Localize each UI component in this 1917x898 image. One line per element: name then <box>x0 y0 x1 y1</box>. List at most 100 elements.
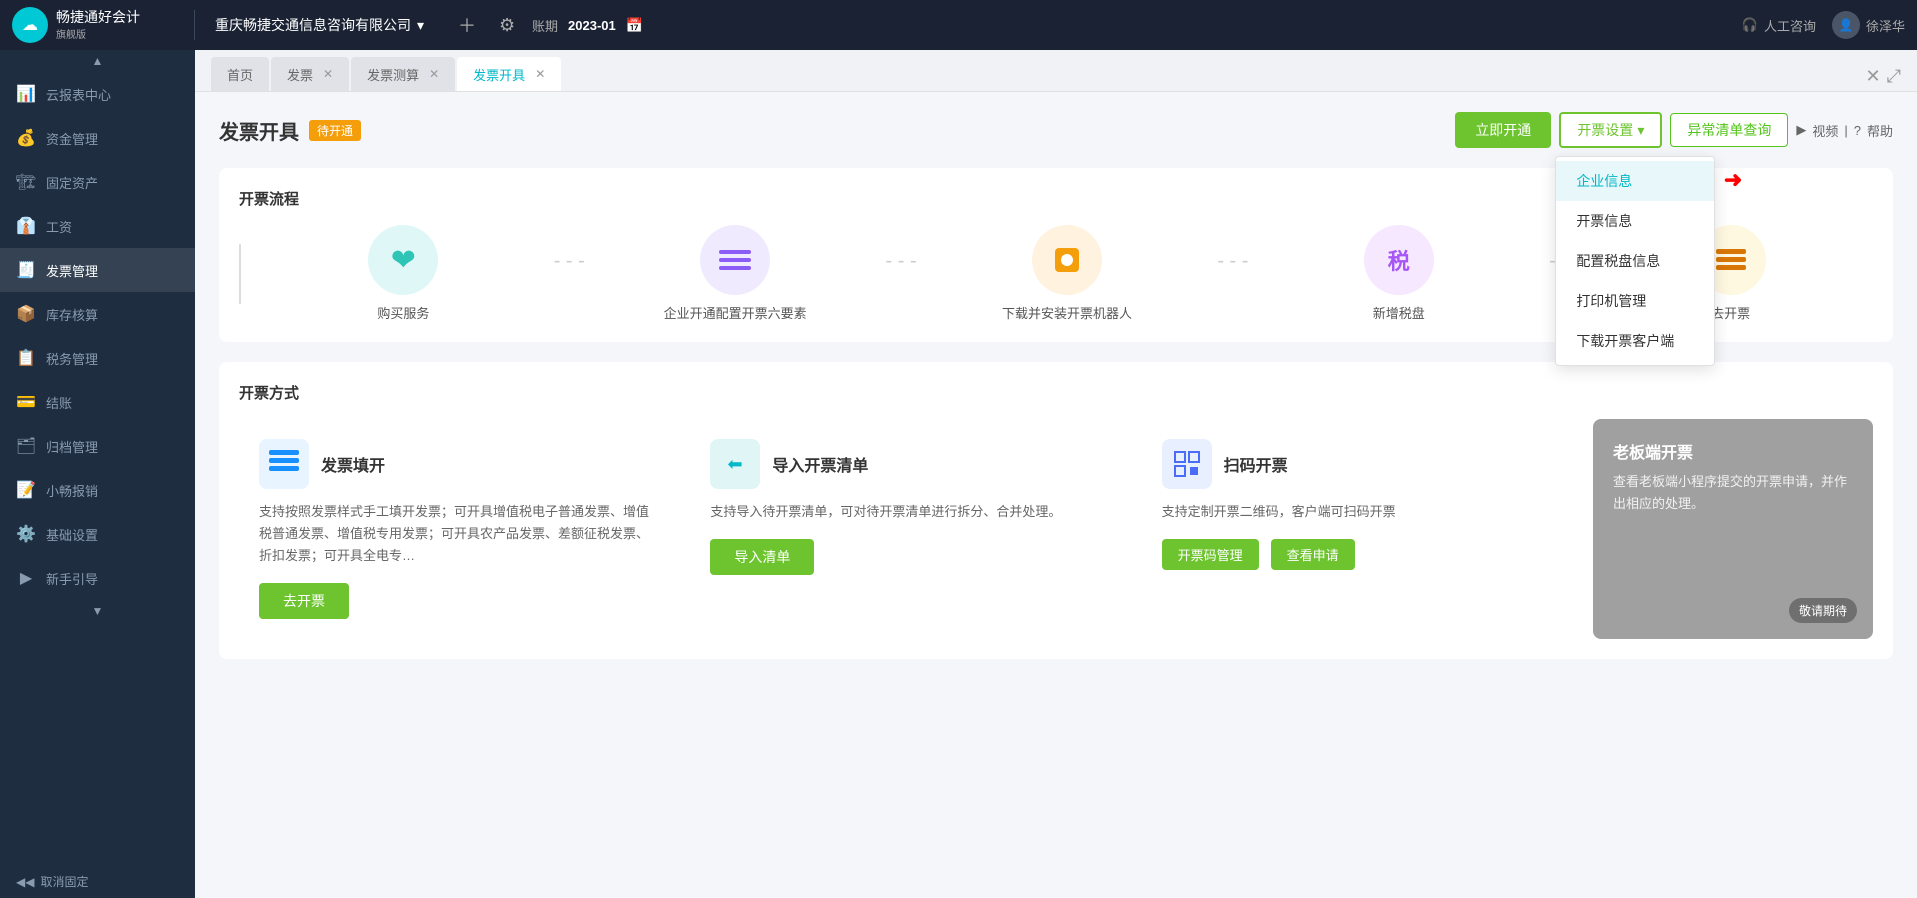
unpin-label: 取消固定 <box>40 873 88 890</box>
settings-button-label: 开票设置 <box>1577 120 1633 140</box>
sidebar-item-funds[interactable]: 💰 资金管理 <box>0 116 195 160</box>
view-apply-button[interactable]: 查看申请 <box>1271 539 1355 570</box>
flow-arrow-2: - - - <box>886 250 917 298</box>
method-icon-scan <box>1162 439 1212 489</box>
method-header-import: ⬅ 导入开票清单 <box>710 439 1105 489</box>
dropdown-item-download-client[interactable]: 下载开票客户端 <box>1556 321 1714 361</box>
fill-invoice-button[interactable]: 去开票 <box>259 583 349 619</box>
headphone-icon: 🎧 <box>1742 17 1758 33</box>
dropdown-item-printer-mgmt[interactable]: 打印机管理 <box>1556 281 1714 321</box>
chevron-down-icon: ▾ <box>417 17 424 34</box>
invoice-mgmt-icon: 🧾 <box>16 260 36 280</box>
dropdown-item-invoice-info[interactable]: 开票信息 <box>1556 201 1714 241</box>
method-cards: 发票填开 支持按照发票样式手工填开发票；可开具增值税电子普通发票、增值税普通发票… <box>239 419 1873 639</box>
page-header: 发票开具 待开通 立即开通 开票设置 ▾ 异常清单查询 ▶ <box>219 112 1893 148</box>
tab-invoice-issue[interactable]: 发票开具 ✕ <box>457 57 561 91</box>
question-icon: ? <box>1854 123 1861 138</box>
sidebar-item-tax-mgmt[interactable]: 📋 税务管理 <box>0 336 195 380</box>
flow-step-3-icon <box>1032 225 1102 295</box>
method-card-scan: 扫码开票 支持定制开票二维码，客户端可扫码开票 开票码管理 查看申请 <box>1142 419 1577 639</box>
method-icon-fill <box>259 439 309 489</box>
logo-icon: ☁ <box>12 7 48 43</box>
tab-invoice[interactable]: 发票 ✕ <box>271 57 349 91</box>
flow-step-2-icon <box>700 225 770 295</box>
methods-section-title: 开票方式 <box>239 382 1873 403</box>
tab-invoice-calc[interactable]: 发票测算 ✕ <box>351 57 455 91</box>
method-header-scan: 扫码开票 <box>1162 439 1557 489</box>
sidebar-item-salary[interactable]: 👔 工资 <box>0 204 195 248</box>
page-actions-wrapper: 立即开通 开票设置 ▾ 异常清单查询 ▶ 视频 | ? 帮 <box>1455 112 1893 148</box>
archive-icon: 🗂 <box>16 436 36 456</box>
company-selector[interactable]: 重庆畅捷交通信息咨询有限公司 ▾ <box>207 11 432 39</box>
calendar-icon[interactable]: 📅 <box>626 17 643 34</box>
tab-invoice-issue-label: 发票开具 <box>473 65 525 84</box>
sidebar: ▲ 📊 云报表中心 💰 资金管理 🏗 固定资产 👔 工资 🧾 发票管理 <box>0 50 195 898</box>
tab-bar: 首页 发票 ✕ 发票测算 ✕ 发票开具 ✕ ✕ ⤢ <box>195 50 1917 92</box>
sidebar-unpin-button[interactable]: ◀◀ 取消固定 <box>0 865 195 898</box>
sidebar-item-invoice-mgmt[interactable]: 🧾 发票管理 <box>0 248 195 292</box>
tab-home-label: 首页 <box>227 65 253 84</box>
flow-step-2: 企业开通配置开票六要素 <box>593 225 878 322</box>
sidebar-item-basic-settings[interactable]: ⚙️ 基础设置 <box>0 512 195 556</box>
settings-icon[interactable]: ⚙ <box>492 10 522 40</box>
sidebar-item-new-guide[interactable]: ▶ 新手引导 <box>0 556 195 600</box>
tab-invoice-close[interactable]: ✕ <box>323 67 333 81</box>
tab-home[interactable]: 首页 <box>211 57 269 91</box>
exception-button[interactable]: 异常清单查询 <box>1670 113 1788 147</box>
tax-mgmt-icon: 📋 <box>16 348 36 368</box>
page-actions: 立即开通 开票设置 ▾ 异常清单查询 ▶ 视频 | ? 帮 <box>1455 112 1893 148</box>
settings-button[interactable]: 开票设置 ▾ <box>1559 112 1662 148</box>
sidebar-item-inventory[interactable]: 📦 库存核算 <box>0 292 195 336</box>
sidebar-scroll-down[interactable]: ▼ <box>0 600 195 622</box>
video-label: 视频 <box>1812 121 1838 140</box>
sidebar-item-cloud-reports[interactable]: 📊 云报表中心 <box>0 72 195 116</box>
fixed-assets-icon: 🏗 <box>16 172 36 192</box>
company-name: 重庆畅捷交通信息咨询有限公司 <box>215 15 411 35</box>
svg-text:⬅: ⬅ <box>728 454 743 474</box>
top-divider <box>194 10 195 40</box>
flow-step-1-label: 购买服务 <box>377 303 429 322</box>
sidebar-item-archive[interactable]: 🗂 归档管理 <box>0 424 195 468</box>
dropdown-item-company-info[interactable]: 企业信息 <box>1556 161 1714 201</box>
dropdown-item-tax-config[interactable]: 配置税盘信息 <box>1556 241 1714 281</box>
settings-dropdown: 企业信息 ➜ 开票信息 配置税盘信息 打印机管理 <box>1555 156 1715 366</box>
method-desc-import: 支持导入待开票清单，可对待开票清单进行拆分、合并处理。 <box>710 501 1105 523</box>
inventory-icon: 📦 <box>16 304 36 324</box>
basic-settings-icon: ⚙️ <box>16 524 36 544</box>
status-badge: 待开通 <box>309 120 361 141</box>
qr-manage-button[interactable]: 开票码管理 <box>1162 539 1259 570</box>
sidebar-scroll-up[interactable]: ▲ <box>0 50 195 72</box>
add-button[interactable]: ＋ <box>452 10 482 40</box>
flow-step-5-label: 去开票 <box>1711 303 1750 322</box>
tab-maximize-icon[interactable]: ⤢ <box>1887 66 1901 87</box>
tab-close-icon[interactable]: ✕ <box>1866 66 1881 87</box>
import-list-button[interactable]: 导入清单 <box>710 539 814 575</box>
method-card-fill: 发票填开 支持按照发票样式手工填开发票；可开具增值税电子普通发票、增值税普通发票… <box>239 419 674 639</box>
play-icon: ▶ <box>1796 122 1806 138</box>
overlay-badge: 敬请期待 <box>1789 598 1857 623</box>
sidebar-item-fixed-assets[interactable]: 🏗 固定资产 <box>0 160 195 204</box>
period-value: 2023-01 <box>568 18 616 33</box>
human-consult-button[interactable]: 🎧 人工咨询 <box>1742 16 1816 35</box>
red-arrow-icon: ➜ <box>1724 167 1742 193</box>
top-right: 🎧 人工咨询 👤 徐泽华 <box>1742 11 1905 39</box>
flow-arrow-1: - - - <box>554 250 585 298</box>
method-desc-fill: 支持按照发票样式手工填开发票；可开具增值税电子普通发票、增值税普通发票、增值税专… <box>259 501 654 567</box>
sidebar-item-closing[interactable]: 💳 结账 <box>0 380 195 424</box>
video-help[interactable]: ▶ 视频 | ? 帮助 <box>1796 121 1893 140</box>
flow-step-4-label: 新增税盘 <box>1373 303 1425 322</box>
method-card-boss: 老板端开票 查看老板端小程序提交的开票申请，并作出相应的处理。 敬请期待 <box>1593 419 1873 639</box>
tab-invoice-issue-close[interactable]: ✕ <box>535 67 545 81</box>
tab-invoice-calc-close[interactable]: ✕ <box>429 67 439 81</box>
salary-icon: 👔 <box>16 216 36 236</box>
help-label: 帮助 <box>1867 121 1893 140</box>
method-header-fill: 发票填开 <box>259 439 654 489</box>
user-name: 徐泽华 <box>1866 16 1905 35</box>
sidebar-item-expense[interactable]: 📝 小畅报销 <box>0 468 195 512</box>
flow-step-2-label: 企业开通配置开票六要素 <box>664 303 807 322</box>
user-info[interactable]: 👤 徐泽华 <box>1832 11 1905 39</box>
page-title: 发票开具 <box>219 116 299 145</box>
activate-button[interactable]: 立即开通 <box>1455 112 1551 148</box>
closing-icon: 💳 <box>16 392 36 412</box>
logo-area: ☁ 畅捷通好会计 旗舰版 <box>12 7 182 43</box>
